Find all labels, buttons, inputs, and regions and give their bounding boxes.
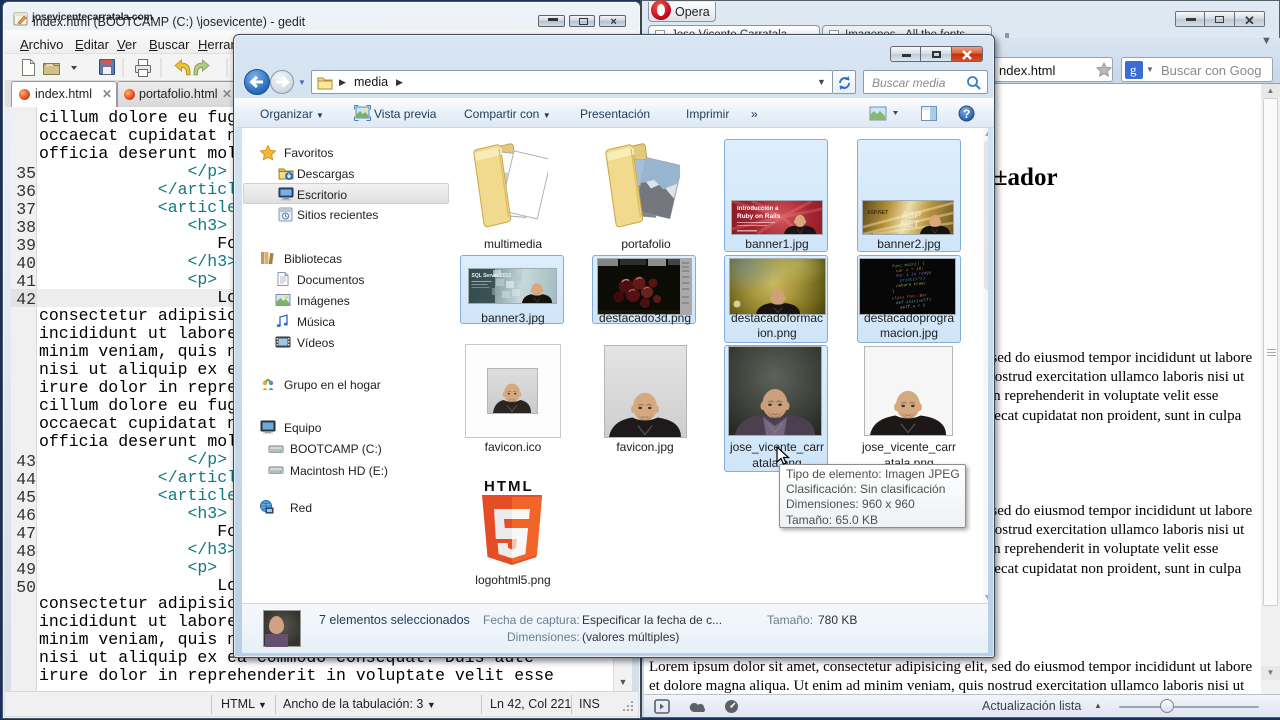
svg-text:?: ? bbox=[963, 107, 970, 121]
svg-text:Ruby on Rails: Ruby on Rails bbox=[737, 213, 781, 220]
svg-text:SQL Server 2012: SQL Server 2012 bbox=[472, 273, 512, 279]
svg-text:ASP.NET: ASP.NET bbox=[867, 210, 888, 216]
svg-text:Introducción a: Introducción a bbox=[737, 206, 779, 212]
svg-text:.NET: .NET bbox=[897, 219, 920, 230]
svg-text:HTML: HTML bbox=[484, 478, 534, 495]
svg-text:}: } bbox=[892, 289, 895, 294]
